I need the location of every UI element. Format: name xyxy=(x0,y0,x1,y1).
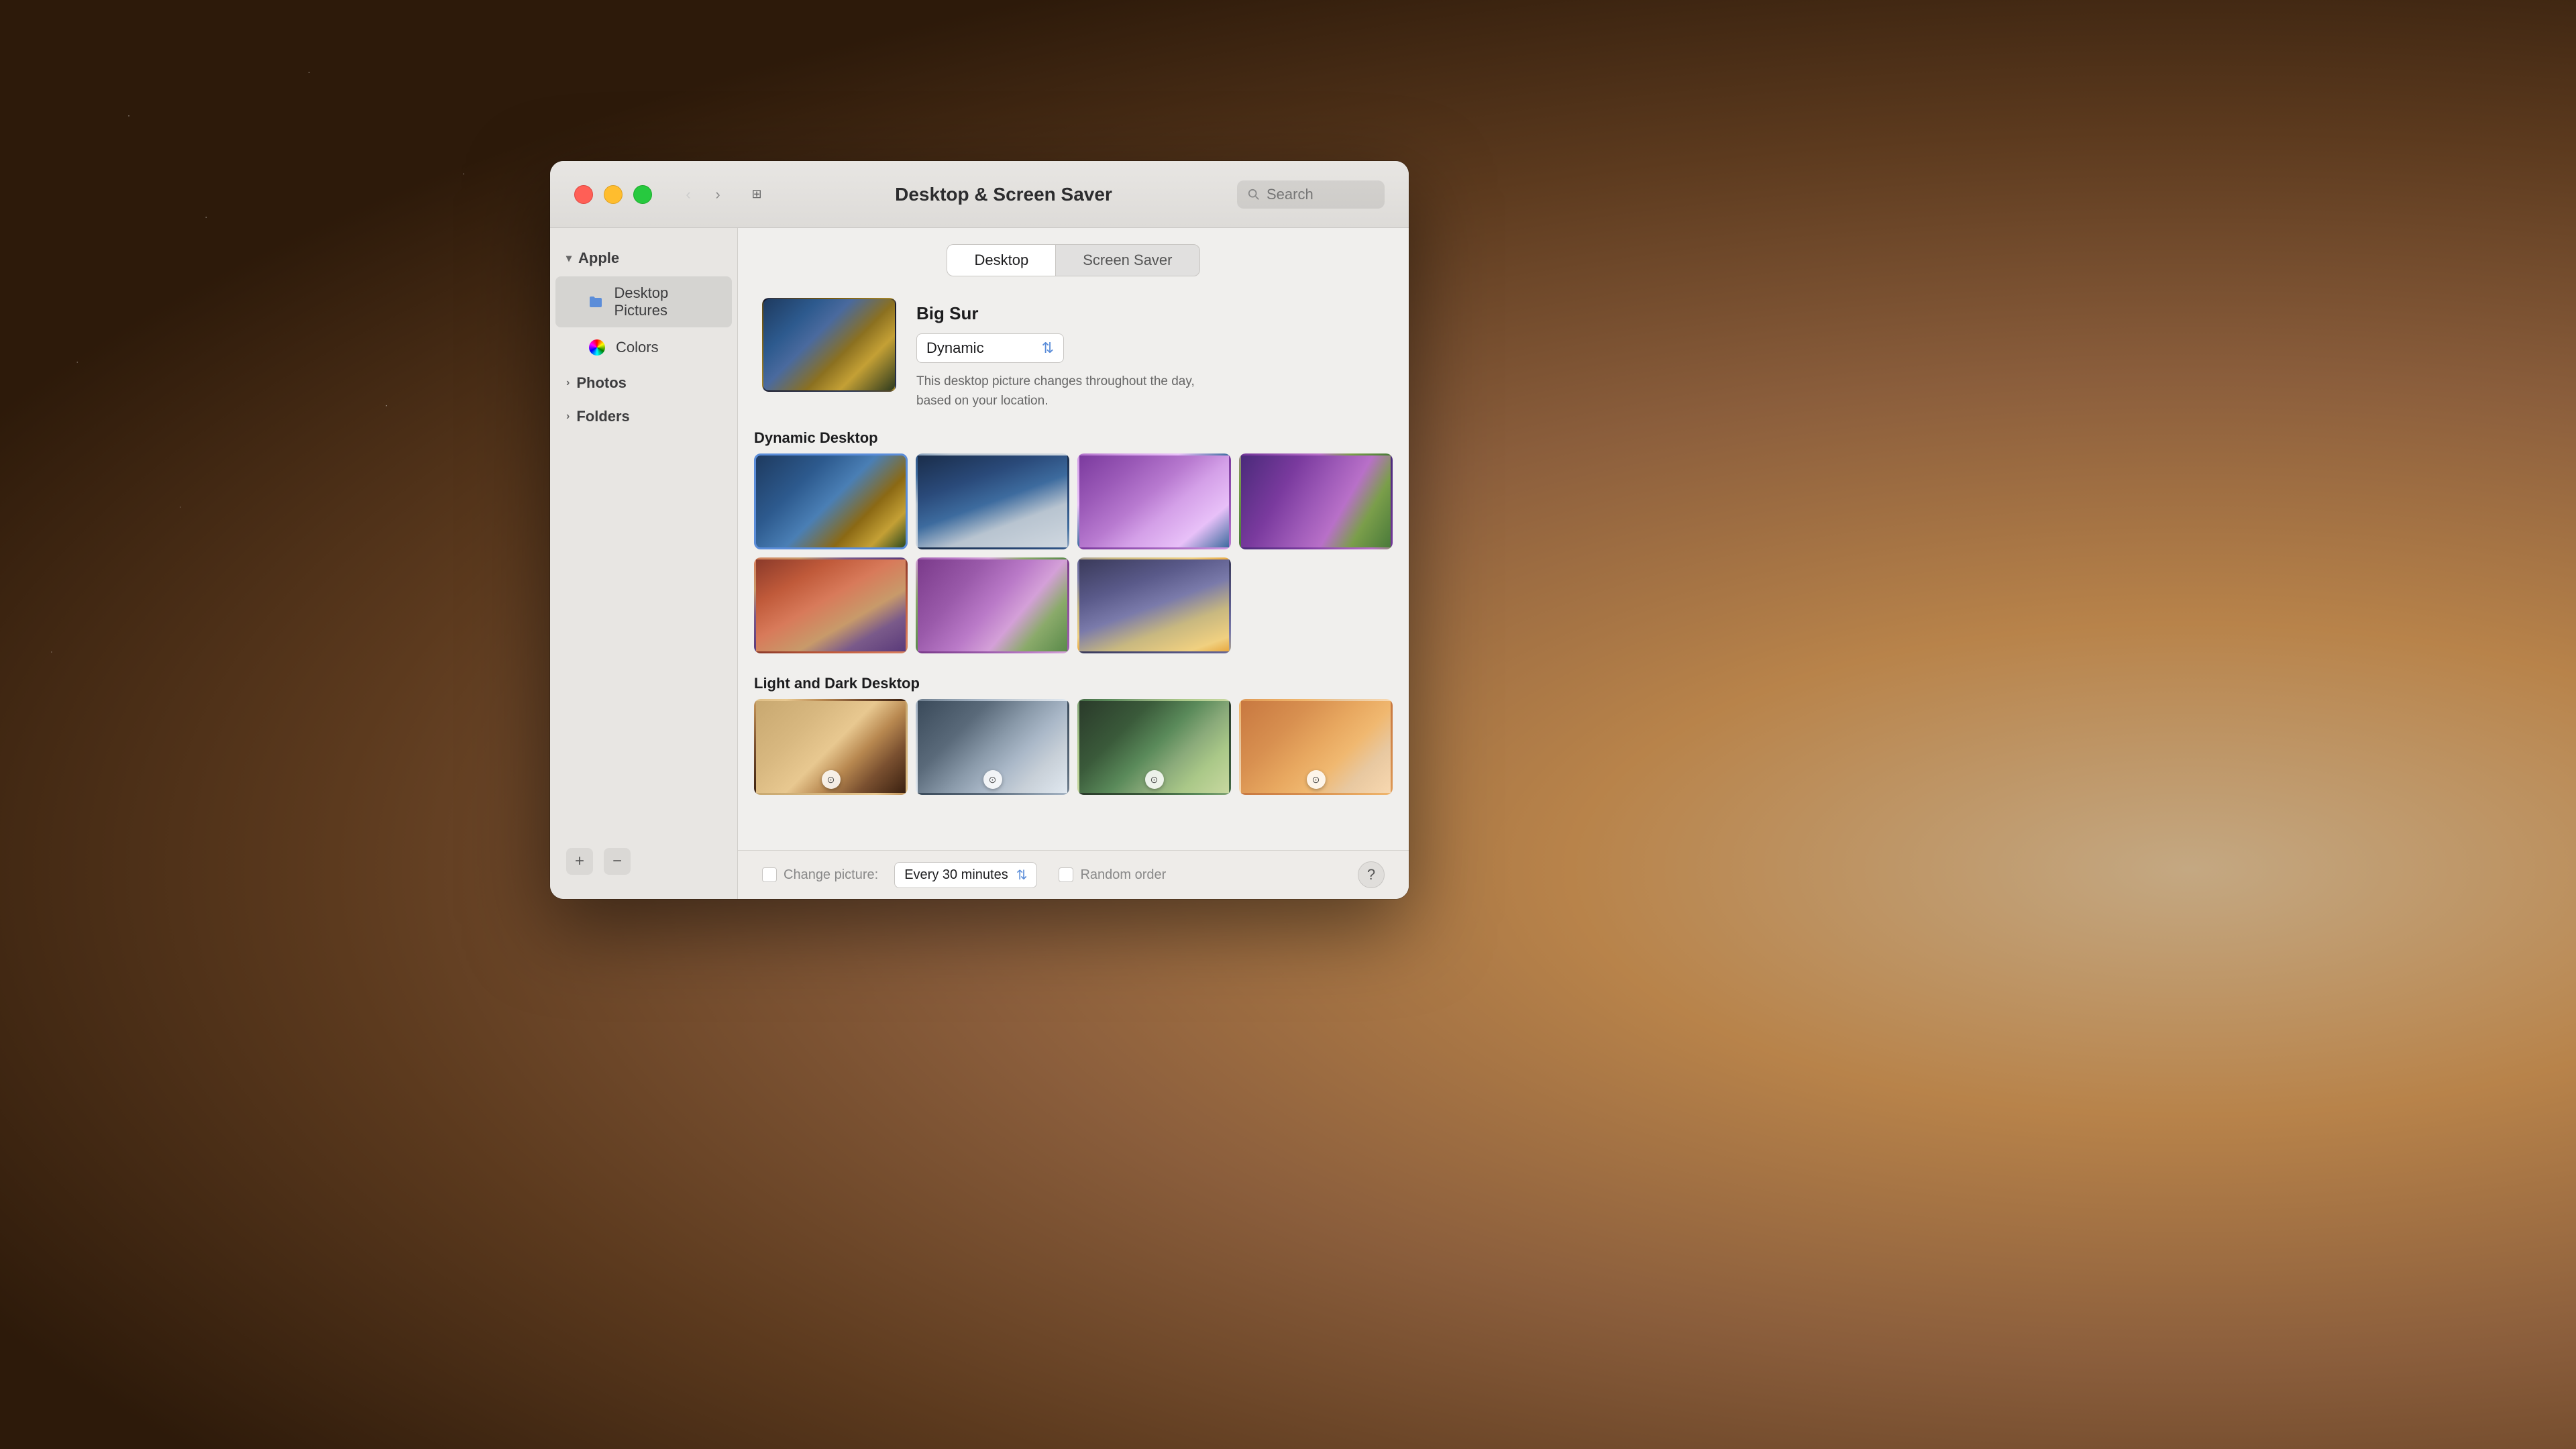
random-order-group: Random order xyxy=(1059,867,1166,883)
chevron-left-icon: ‹ xyxy=(686,186,690,203)
change-picture-checkbox[interactable] xyxy=(762,867,777,882)
search-icon xyxy=(1248,187,1260,202)
dynamic-desktop-title: Dynamic Desktop xyxy=(754,421,1393,453)
gallery-scroll[interactable]: Dynamic Desktop Light and Dark Desktop ⊙ xyxy=(738,421,1409,850)
light-dark-badge-4: ⊙ xyxy=(1307,770,1326,789)
light-dark-badge-2: ⊙ xyxy=(983,770,1002,789)
wallpaper-item-dd-1[interactable] xyxy=(754,453,908,549)
titlebar: ‹ › ⊞ Desktop & Screen Saver xyxy=(550,161,1409,228)
traffic-lights xyxy=(574,185,652,204)
wallpaper-item-dd-2[interactable] xyxy=(916,453,1069,549)
interval-arrow-icon: ⇅ xyxy=(1016,867,1028,883)
forward-button[interactable]: › xyxy=(706,182,730,207)
dropdown-arrow-icon: ⇅ xyxy=(1042,339,1054,357)
sidebar-item-colors[interactable]: Colors xyxy=(555,330,732,365)
tab-desktop[interactable]: Desktop xyxy=(947,244,1055,276)
dynamic-dropdown[interactable]: Dynamic ⇅ xyxy=(916,333,1064,363)
preview-section: Big Sur Dynamic ⇅ This desktop picture c… xyxy=(738,287,1409,421)
window-title: Desktop & Screen Saver xyxy=(784,184,1224,205)
sidebar-item-photos[interactable]: › Photos xyxy=(555,368,732,398)
light-dark-badge-3: ⊙ xyxy=(1145,770,1164,789)
disclosure-triangle-icon: ▾ xyxy=(566,252,572,265)
remove-folder-button[interactable]: − xyxy=(604,848,631,875)
change-picture-group: Change picture: xyxy=(762,867,878,883)
tab-bar: Desktop Screen Saver xyxy=(738,228,1409,287)
sidebar-section-apple[interactable]: ▾ Apple xyxy=(555,243,732,274)
wallpaper-item-ld-4[interactable]: ⊙ xyxy=(1239,699,1393,795)
grid-view-button[interactable]: ⊞ xyxy=(743,182,770,207)
sidebar-colors-label: Colors xyxy=(616,339,659,356)
interval-value: Every 30 minutes xyxy=(904,867,1008,883)
random-order-checkbox[interactable] xyxy=(1059,867,1073,882)
interval-dropdown[interactable]: Every 30 minutes ⇅ xyxy=(894,862,1037,888)
preview-thumbnail xyxy=(762,298,896,392)
wallpaper-item-dd-3[interactable] xyxy=(1077,453,1231,549)
change-picture-label: Change picture: xyxy=(784,867,878,883)
search-input[interactable] xyxy=(1267,186,1374,203)
dynamic-desktop-grid xyxy=(754,453,1393,653)
folder-icon xyxy=(588,292,605,311)
minus-icon: − xyxy=(612,852,622,871)
main-panel: Desktop Screen Saver Big Sur Dynamic ⇅ T… xyxy=(738,228,1409,899)
add-folder-button[interactable]: + xyxy=(566,848,593,875)
wallpaper-item-ld-3[interactable]: ⊙ xyxy=(1077,699,1231,795)
maximize-button[interactable] xyxy=(633,185,652,204)
plus-icon: + xyxy=(575,852,584,871)
sidebar-footer: + − xyxy=(550,837,737,885)
close-button[interactable] xyxy=(574,185,593,204)
content-area: ▾ Apple Desktop Pictures Colors xyxy=(550,228,1409,899)
disclosure-folders-icon: › xyxy=(566,411,570,423)
light-dark-badge-1: ⊙ xyxy=(822,770,841,789)
wallpaper-item-dd-5[interactable] xyxy=(754,557,908,653)
tab-screen-saver[interactable]: Screen Saver xyxy=(1055,244,1199,276)
disclosure-photos-icon: › xyxy=(566,377,570,389)
chevron-right-icon: › xyxy=(715,186,720,203)
sidebar-item-folders[interactable]: › Folders xyxy=(555,401,732,432)
wallpaper-item-ld-1[interactable]: ⊙ xyxy=(754,699,908,795)
dynamic-value: Dynamic xyxy=(926,339,984,357)
colors-icon xyxy=(588,338,606,357)
search-box[interactable] xyxy=(1237,180,1385,209)
nav-buttons: ‹ › xyxy=(676,182,730,207)
bottom-bar: Change picture: Every 30 minutes ⇅ Rando… xyxy=(738,850,1409,899)
help-button[interactable]: ? xyxy=(1358,861,1385,888)
system-preferences-window: ‹ › ⊞ Desktop & Screen Saver ▾ Apple xyxy=(550,161,1409,899)
preview-description: This desktop picture changes throughout … xyxy=(916,372,1225,411)
sidebar-desktop-pictures-label: Desktop Pictures xyxy=(614,284,716,319)
light-dark-title: Light and Dark Desktop xyxy=(754,667,1393,699)
minimize-button[interactable] xyxy=(604,185,623,204)
back-button[interactable]: ‹ xyxy=(676,182,700,207)
wallpaper-item-dd-4[interactable] xyxy=(1239,453,1393,549)
light-dark-grid: ⊙ ⊙ ⊙ ⊙ xyxy=(754,699,1393,795)
grid-icon: ⊞ xyxy=(751,187,761,201)
preview-title: Big Sur xyxy=(916,303,1385,324)
random-order-label: Random order xyxy=(1080,867,1166,883)
wallpaper-item-ld-2[interactable]: ⊙ xyxy=(916,699,1069,795)
wallpaper-item-dd-6[interactable] xyxy=(916,557,1069,653)
sidebar-item-desktop-pictures[interactable]: Desktop Pictures xyxy=(555,276,732,327)
question-mark-icon: ? xyxy=(1367,866,1375,883)
wallpaper-item-dd-7[interactable] xyxy=(1077,557,1231,653)
sidebar-photos-label: Photos xyxy=(576,374,627,392)
sidebar-folders-label: Folders xyxy=(576,408,629,425)
sidebar-apple-label: Apple xyxy=(578,250,619,267)
sidebar: ▾ Apple Desktop Pictures Colors xyxy=(550,228,738,899)
preview-info: Big Sur Dynamic ⇅ This desktop picture c… xyxy=(916,298,1385,411)
